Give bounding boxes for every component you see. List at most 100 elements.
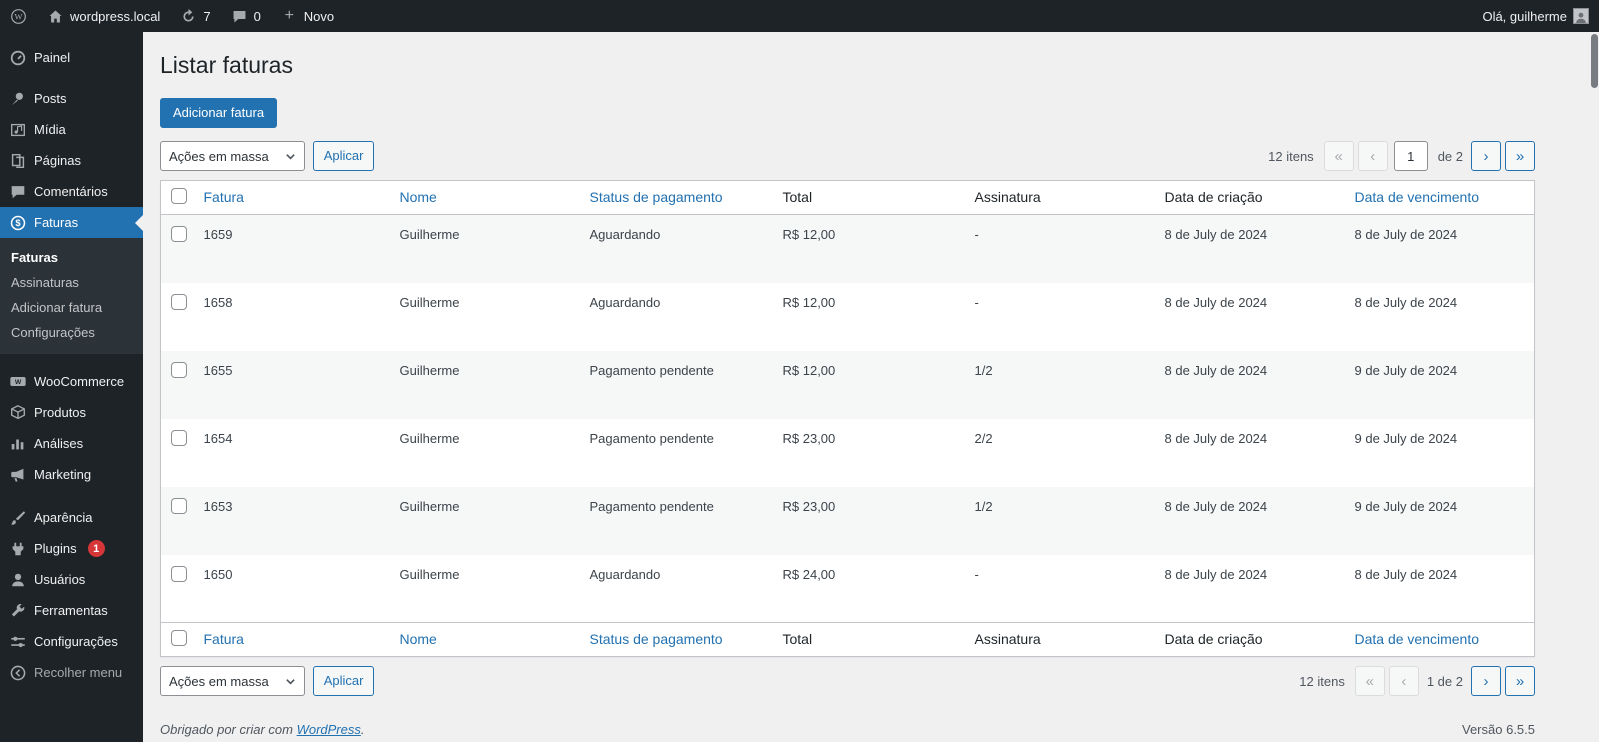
column-header-status[interactable]: Status de pagamento [579,622,773,657]
column-header-fatura[interactable]: Fatura [193,180,390,215]
column-header-total: Total [772,180,965,215]
cell-nome: Guilherme [399,566,460,582]
sidebar-item-painel[interactable]: Painel [0,42,143,73]
sidebar-item-comentarios[interactable]: Comentários [0,176,143,207]
main-content: Listar faturas Adicionar fatura Ações em… [143,32,1599,742]
sidebar-item-woocommerce[interactable]: W WooCommerce [0,366,143,397]
new-content-menu[interactable]: + Novo [271,0,344,32]
greeting-label: Olá, guilherme [1482,8,1567,24]
scrollbar[interactable] [1591,34,1598,88]
row-checkbox[interactable] [171,361,187,378]
column-header-vencimento[interactable]: Data de vencimento [1344,622,1535,657]
comments-menu[interactable]: 0 [221,0,271,32]
sidebar-item-produtos[interactable]: Produtos [0,397,143,428]
my-account-menu[interactable]: Olá, guilherme [1472,0,1599,32]
products-icon [9,404,27,422]
collapse-icon [9,664,27,682]
sidebar-item-marketing[interactable]: Marketing [0,459,143,490]
marketing-icon [9,466,27,484]
submenu-item-adicionar-fatura[interactable]: Adicionar fatura [0,295,143,320]
submenu-item-assinaturas[interactable]: Assinaturas [0,270,143,295]
admin-bar-spacer [344,0,1472,32]
first-page-button: « [1323,141,1354,171]
cell-criacao: 8 de July de 2024 [1164,294,1268,310]
wordpress-link[interactable]: WordPress [297,722,361,737]
wordpress-logo-button[interactable]: W [0,0,37,32]
wordpress-logo-icon: W [10,8,27,25]
sidebar-item-configuracoes[interactable]: Configurações [0,626,143,657]
column-header-criacao: Data de criação [1154,622,1345,657]
sidebar-item-ferramentas[interactable]: Ferramentas [0,595,143,626]
sidebar-item-paginas[interactable]: Páginas [0,145,143,176]
sidebar-item-label: Aparência [34,510,93,525]
last-page-button[interactable]: » [1505,666,1535,696]
sidebar-item-posts[interactable]: Posts [0,83,143,114]
faturas-table: Fatura Nome Status de pagamento Total As… [160,180,1535,657]
chevron-down-icon [285,676,296,687]
comments-bubble-icon [231,8,248,25]
bulk-actions-select[interactable]: Ações em massa [160,141,305,171]
select-all-checkbox[interactable] [171,188,187,204]
admin-sidebar: Painel Posts Mídia Páginas Comentários $… [0,32,143,742]
column-header-vencimento[interactable]: Data de vencimento [1344,180,1535,215]
select-all-checkbox[interactable] [171,630,187,646]
next-page-button[interactable]: › [1471,141,1501,171]
cell-status: Aguardando [589,294,661,310]
submenu-item-faturas[interactable]: Faturas [0,245,143,270]
new-label: Novo [303,8,335,24]
sidebar-item-recolher-menu[interactable]: Recolher menu [0,657,143,688]
column-header-status[interactable]: Status de pagamento [579,180,773,215]
svg-text:$: $ [15,218,21,229]
apply-button[interactable]: Aplicar [312,141,375,171]
tablenav-top: Ações em massa Aplicar 12 itens « ‹ de 2… [160,141,1535,171]
row-checkbox[interactable] [171,226,187,242]
table-row: 1650 Guilherme Aguardando R$ 24,00 - 8 d… [161,555,1535,623]
admin-bar: W wordpress.local 7 0 + Novo Olá, guilhe… [0,0,1599,32]
row-checkbox[interactable] [171,497,187,514]
bulk-actions-select[interactable]: Ações em massa [160,666,305,696]
sidebar-item-usuarios[interactable]: Usuários [0,564,143,595]
menu-separator [0,73,143,83]
column-header-nome[interactable]: Nome [389,180,580,215]
sidebar-item-faturas[interactable]: $ Faturas [0,207,143,238]
last-page-button[interactable]: » [1505,141,1535,171]
cell-total: R$ 12,00 [782,294,836,310]
add-fatura-button[interactable]: Adicionar fatura [160,98,278,128]
apply-button[interactable]: Aplicar [312,666,375,696]
sidebar-item-plugins[interactable]: Plugins 1 [0,533,143,564]
comments-icon [9,183,27,201]
cell-assinatura: - [974,227,979,242]
sidebar-item-aparencia[interactable]: Aparência [0,502,143,533]
site-name-menu[interactable]: wordpress.local [37,0,170,32]
row-checkbox[interactable] [171,565,187,582]
submenu-item-configuracoes[interactable]: Configurações [0,320,143,345]
row-checkbox[interactable] [171,293,187,310]
cell-nome: Guilherme [399,430,460,446]
home-icon [47,8,64,25]
woocommerce-icon: W [9,373,27,391]
prev-page-button: ‹ [1357,141,1388,171]
avatar [1573,8,1589,24]
sidebar-item-label: Mídia [34,122,66,137]
menu-separator [0,490,143,502]
sidebar-item-analises[interactable]: Análises [0,428,143,459]
bulk-actions-selected-value: Ações em massa [169,148,269,164]
cell-criacao: 8 de July de 2024 [1164,566,1268,582]
row-checkbox[interactable] [171,429,187,446]
pin-icon [9,90,27,108]
cell-assinatura: 2/2 [974,430,993,446]
sidebar-item-label: Usuários [34,572,86,587]
updates-menu[interactable]: 7 [170,0,220,32]
cell-assinatura: - [974,294,979,310]
users-icon [9,571,27,589]
cell-nome: Guilherme [399,294,460,310]
column-header-fatura[interactable]: Fatura [193,622,390,657]
svg-text:W: W [14,11,22,21]
cell-nome: Guilherme [399,498,460,514]
invoice-icon: $ [9,214,27,232]
sidebar-item-midia[interactable]: Mídia [0,114,143,145]
first-page-button: « [1354,666,1385,696]
column-header-nome[interactable]: Nome [389,622,580,657]
current-page-input[interactable] [1393,141,1428,171]
next-page-button[interactable]: › [1471,666,1501,696]
